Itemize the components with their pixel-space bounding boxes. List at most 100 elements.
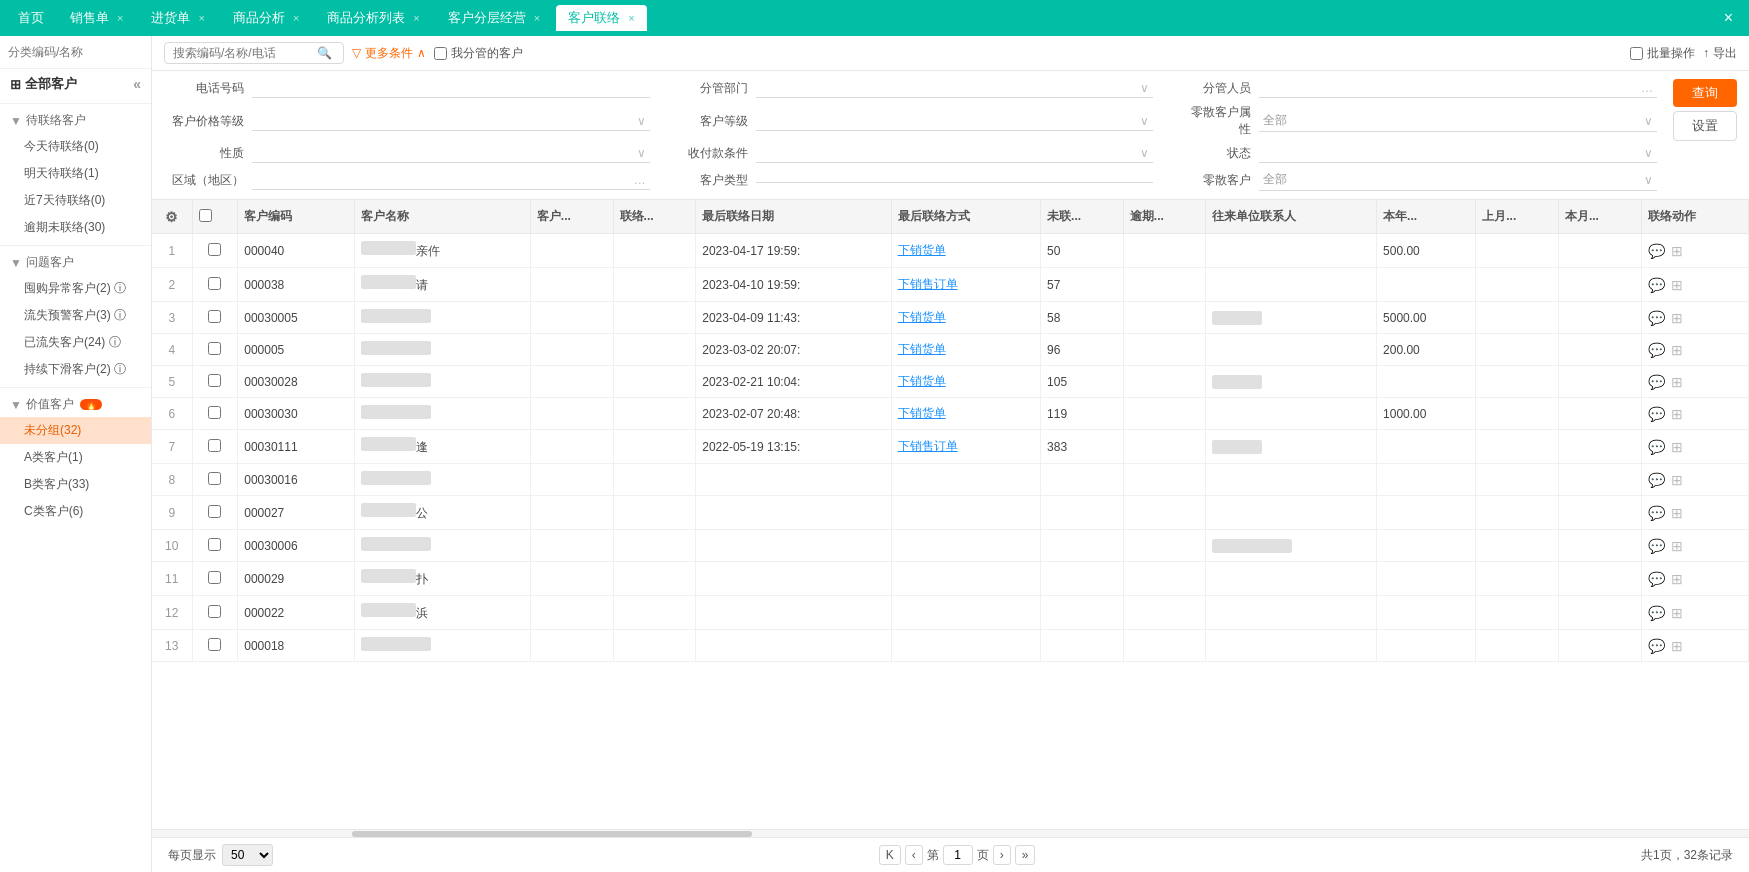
row-checkbox-cell[interactable] (192, 630, 238, 662)
contact-type-link[interactable]: 下销货单 (898, 310, 946, 324)
reset-button[interactable]: 设置 (1673, 111, 1737, 141)
sidebar-item-ungroups[interactable]: 未分组(32) (0, 417, 151, 444)
row-checkbox-cell[interactable] (192, 530, 238, 562)
apps-icon[interactable]: ⊞ (1671, 310, 1683, 326)
apps-icon[interactable]: ⊞ (1671, 538, 1683, 554)
row-checkbox[interactable] (208, 243, 221, 256)
row-checkbox[interactable] (208, 374, 221, 387)
sidebar-item-declining[interactable]: 持续下滑客户(2) ⓘ (0, 356, 151, 383)
apps-icon[interactable]: ⊞ (1671, 472, 1683, 488)
last-page-button[interactable]: » (1015, 845, 1036, 865)
row-checkbox-cell[interactable] (192, 464, 238, 496)
row-checkbox[interactable] (208, 538, 221, 551)
sidebar-item-today-pending[interactable]: 今天待联络(0) (0, 133, 151, 160)
contact-type-link[interactable]: 下销售订单 (898, 277, 958, 291)
sidebar-item-overdue-pending[interactable]: 逾期未联络(30) (0, 214, 151, 241)
tab-purchase-order[interactable]: 进货单 × (139, 5, 216, 31)
sidebar-item-lost[interactable]: 已流失客户(24) ⓘ (0, 329, 151, 356)
apps-icon[interactable]: ⊞ (1671, 243, 1683, 259)
apps-icon[interactable]: ⊞ (1671, 439, 1683, 455)
filter-select-status[interactable]: ∨ (1259, 144, 1657, 163)
apps-icon[interactable]: ⊞ (1671, 505, 1683, 521)
search-button[interactable]: 查询 (1673, 79, 1737, 107)
filter-select-price-level[interactable]: ∨ (252, 112, 650, 131)
apps-icon[interactable]: ⊞ (1671, 374, 1683, 390)
apps-icon[interactable]: ⊞ (1671, 605, 1683, 621)
row-checkbox-cell[interactable] (192, 596, 238, 630)
row-checkbox[interactable] (208, 342, 221, 355)
row-checkbox[interactable] (208, 310, 221, 323)
tab-product-analysis[interactable]: 商品分析 × (221, 5, 311, 31)
last-contact-type[interactable] (891, 464, 1040, 496)
row-checkbox[interactable] (208, 277, 221, 290)
sidebar-item-class-b[interactable]: B类客户(33) (0, 471, 151, 498)
sidebar-item-class-c[interactable]: C类客户(6) (0, 498, 151, 525)
last-contact-type[interactable]: 下销货单 (891, 398, 1040, 430)
row-checkbox[interactable] (208, 505, 221, 518)
row-checkbox-cell[interactable] (192, 234, 238, 268)
close-product-analysis-list-icon[interactable]: × (413, 12, 419, 24)
more-filter-button[interactable]: ▽ 更多条件 ∧ (352, 45, 426, 62)
last-contact-type[interactable]: 下销货单 (891, 334, 1040, 366)
export-button[interactable]: ↑ 导出 (1703, 45, 1737, 62)
chat-icon[interactable]: 💬 (1648, 638, 1665, 654)
row-checkbox[interactable] (208, 638, 221, 651)
contact-type-link[interactable]: 下销货单 (898, 406, 946, 420)
last-contact-type[interactable] (891, 530, 1040, 562)
row-checkbox[interactable] (208, 571, 221, 584)
contact-type-link[interactable]: 下销货单 (898, 374, 946, 388)
settings-icon[interactable]: ⚙ (165, 209, 178, 225)
row-checkbox[interactable] (208, 472, 221, 485)
last-contact-type[interactable] (891, 630, 1040, 662)
last-contact-type[interactable]: 下销货单 (891, 366, 1040, 398)
row-checkbox-cell[interactable] (192, 366, 238, 398)
apps-icon[interactable]: ⊞ (1671, 571, 1683, 587)
sidebar-search-input[interactable] (8, 45, 152, 59)
chat-icon[interactable]: 💬 (1648, 538, 1665, 554)
row-checkbox-cell[interactable] (192, 496, 238, 530)
filter-select-retail-attr[interactable]: 全部 ∨ (1259, 110, 1657, 132)
filter-select-cust-type[interactable] (756, 178, 1154, 183)
row-checkbox-cell[interactable] (192, 398, 238, 430)
sidebar-item-7day-pending[interactable]: 近7天待联络(0) (0, 187, 151, 214)
tab-customer-contact[interactable]: 客户联络 × (556, 5, 646, 31)
batch-ops-button[interactable]: 批量操作 (1630, 45, 1695, 62)
last-contact-type[interactable] (891, 496, 1040, 530)
close-purchase-order-icon[interactable]: × (198, 12, 204, 24)
chat-icon[interactable]: 💬 (1648, 571, 1665, 587)
chat-icon[interactable]: 💬 (1648, 406, 1665, 422)
row-checkbox[interactable] (208, 406, 221, 419)
page-number-input[interactable] (943, 845, 973, 865)
first-page-button[interactable]: K (879, 845, 901, 865)
prev-page-button[interactable]: ‹ (905, 845, 923, 865)
contact-type-link[interactable]: 下销货单 (898, 342, 946, 356)
row-checkbox[interactable] (208, 439, 221, 452)
chat-icon[interactable]: 💬 (1648, 472, 1665, 488)
row-checkbox-cell[interactable] (192, 562, 238, 596)
apps-icon[interactable]: ⊞ (1671, 406, 1683, 422)
close-sales-order-icon[interactable]: × (117, 12, 123, 24)
row-checkbox-cell[interactable] (192, 302, 238, 334)
chat-icon[interactable]: 💬 (1648, 310, 1665, 326)
chat-icon[interactable]: 💬 (1648, 374, 1665, 390)
horizontal-scrollbar[interactable] (152, 829, 1749, 837)
th-settings[interactable]: ⚙ (152, 200, 192, 234)
row-checkbox-cell[interactable] (192, 430, 238, 464)
search-icon[interactable]: 🔍 (317, 46, 332, 60)
next-page-button[interactable]: › (993, 845, 1011, 865)
filter-select-dept[interactable]: ∨ (756, 79, 1154, 98)
tab-sales-order[interactable]: 销售单 × (58, 5, 135, 31)
search-input[interactable] (173, 46, 313, 60)
my-customer-checkbox[interactable] (434, 47, 447, 60)
row-checkbox-cell[interactable] (192, 334, 238, 366)
close-customer-segment-icon[interactable]: × (534, 12, 540, 24)
contact-type-link[interactable]: 下销货单 (898, 243, 946, 257)
apps-icon[interactable]: ⊞ (1671, 342, 1683, 358)
th-checkbox[interactable] (192, 200, 238, 234)
collapse-sidebar-icon[interactable]: « (133, 76, 141, 92)
sidebar-item-hoarding-anomaly[interactable]: 囤购异常客户(2) ⓘ (0, 275, 151, 302)
last-contact-type[interactable] (891, 562, 1040, 596)
chat-icon[interactable]: 💬 (1648, 342, 1665, 358)
chat-icon[interactable]: 💬 (1648, 605, 1665, 621)
last-contact-type[interactable]: 下销货单 (891, 302, 1040, 334)
